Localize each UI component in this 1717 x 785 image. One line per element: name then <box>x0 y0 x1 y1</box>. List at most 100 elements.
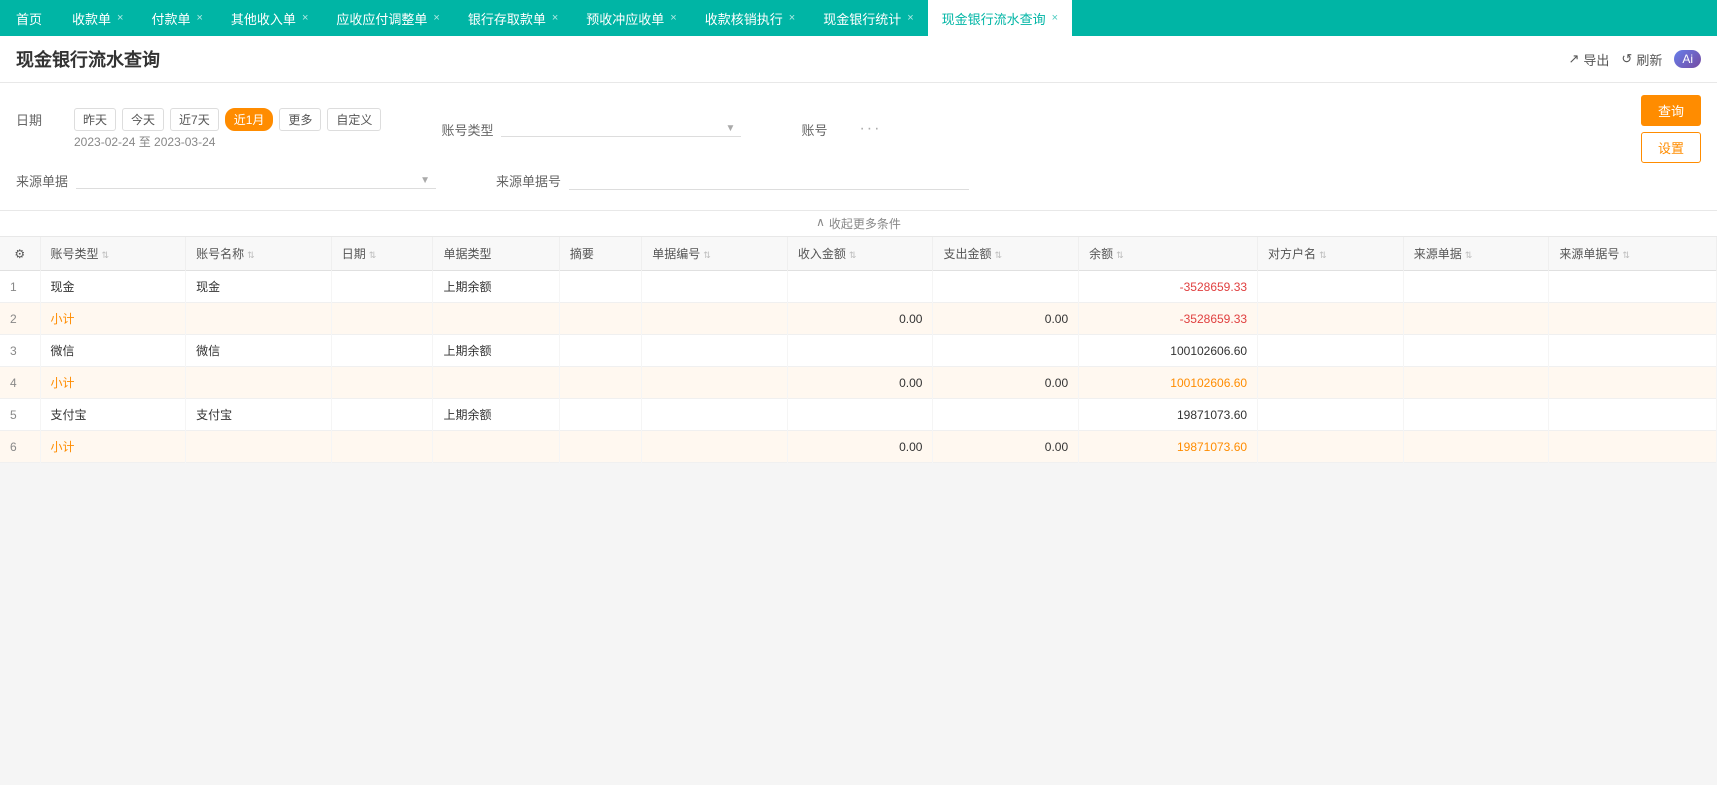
cell-expense: 0.00 <box>933 303 1079 335</box>
cell-doc-no <box>642 271 788 303</box>
cell-date <box>331 271 433 303</box>
table-header-row: ⚙ 账号类型⇅ 账号名称⇅ 日期⇅ 单据类型 摘要 单据编号⇅ 收入金额⇅ 支出… <box>0 237 1717 271</box>
cell-income <box>787 271 933 303</box>
account-label: 账号 <box>801 120 851 139</box>
page-title: 现金银行流水查询 <box>16 46 160 72</box>
date-btn-today[interactable]: 今天 <box>122 108 164 131</box>
account-type-select[interactable]: ▼ <box>501 121 741 137</box>
page-header: 现金银行流水查询 ↗ 导出 ↺ 刷新 Ai <box>0 36 1717 83</box>
th-account-name[interactable]: 账号名称⇅ <box>186 237 332 271</box>
th-settings[interactable]: ⚙ <box>0 237 40 271</box>
cell-account-name <box>186 367 332 399</box>
cell-counterpart <box>1258 431 1404 463</box>
ai-badge[interactable]: Ai <box>1674 50 1701 68</box>
nav-tab-2[interactable]: 其他收入单 × <box>217 0 322 36</box>
nav-home[interactable]: 首页 <box>0 0 58 36</box>
filter-area: 日期 昨天 今天 近7天 近1月 更多 自定义 2023-02-24 至 202… <box>0 83 1717 211</box>
cell-expense <box>933 271 1079 303</box>
cell-expense: 0.00 <box>933 431 1079 463</box>
cell-balance: 100102606.60 <box>1079 335 1258 367</box>
nav-tab-0[interactable]: 收款单 × <box>58 0 137 36</box>
refresh-button[interactable]: ↺ 刷新 <box>1621 50 1662 69</box>
cell-row-num: 5 <box>0 399 40 431</box>
close-tab-1-icon[interactable]: × <box>196 12 202 24</box>
nav-tab-8[interactable]: 现金银行流水查询 × <box>928 0 1072 36</box>
cell-row-num: 1 <box>0 271 40 303</box>
th-doc-type[interactable]: 单据类型 <box>433 237 559 271</box>
nav-tab-1[interactable]: 付款单 × <box>137 0 216 36</box>
cell-expense <box>933 335 1079 367</box>
close-tab-2-icon[interactable]: × <box>302 12 308 24</box>
date-btn-more[interactable]: 更多 <box>279 108 321 131</box>
export-button[interactable]: ↗ 导出 <box>1568 50 1609 69</box>
cell-date <box>331 367 433 399</box>
close-tab-7-icon[interactable]: × <box>907 12 913 24</box>
close-tab-4-icon[interactable]: × <box>552 12 558 24</box>
cell-source-doc <box>1403 271 1549 303</box>
th-balance[interactable]: 余额⇅ <box>1079 237 1258 271</box>
th-doc-no[interactable]: 单据编号⇅ <box>642 237 788 271</box>
cell-account-name: 支付宝 <box>186 399 332 431</box>
cell-date <box>331 303 433 335</box>
cell-doc-type <box>433 431 559 463</box>
table-row: 3 微信 微信 上期余额 100102606.60 <box>0 335 1717 367</box>
close-tab-0-icon[interactable]: × <box>117 12 123 24</box>
cell-account-type: 小计 <box>40 367 186 399</box>
th-source-doc[interactable]: 来源单据⇅ <box>1403 237 1549 271</box>
cell-income: 0.00 <box>787 431 933 463</box>
close-tab-8-icon[interactable]: × <box>1052 12 1058 24</box>
nav-tab-6[interactable]: 收款核销执行 × <box>691 0 809 36</box>
nav-tab-7[interactable]: 现金银行统计 × <box>809 0 927 36</box>
data-table: ⚙ 账号类型⇅ 账号名称⇅ 日期⇅ 单据类型 摘要 单据编号⇅ 收入金额⇅ 支出… <box>0 237 1717 463</box>
date-btn-7days[interactable]: 近7天 <box>170 108 219 131</box>
date-range-display: 2023-02-24 至 2023-03-24 <box>74 135 215 149</box>
account-dots-icon[interactable]: ··· <box>859 120 881 138</box>
source-doc-num-input[interactable] <box>569 171 969 190</box>
cell-row-num: 6 <box>0 431 40 463</box>
header-actions: ↗ 导出 ↺ 刷新 Ai <box>1568 50 1701 69</box>
cell-balance: -3528659.33 <box>1079 271 1258 303</box>
th-income[interactable]: 收入金额⇅ <box>787 237 933 271</box>
table-body: 1 现金 现金 上期余额 -3528659.33 2 小计 0.00 0.00 … <box>0 271 1717 463</box>
cell-expense: 0.00 <box>933 367 1079 399</box>
th-counterpart[interactable]: 对方户名⇅ <box>1258 237 1404 271</box>
date-btn-1month[interactable]: 近1月 <box>225 108 274 131</box>
collapse-bar[interactable]: ∧ 收起更多条件 <box>0 211 1717 237</box>
th-date[interactable]: 日期⇅ <box>331 237 433 271</box>
nav-tab-4[interactable]: 银行存取款单 × <box>454 0 572 36</box>
cell-doc-no <box>642 399 788 431</box>
source-doc-dropdown-icon: ▼ <box>420 175 430 186</box>
account-type-dropdown-icon: ▼ <box>726 123 736 134</box>
date-btn-yesterday[interactable]: 昨天 <box>74 108 116 131</box>
date-btn-custom[interactable]: 自定义 <box>327 108 381 131</box>
filter-row-1: 日期 昨天 今天 近7天 近1月 更多 自定义 2023-02-24 至 202… <box>16 95 1701 163</box>
close-tab-5-icon[interactable]: × <box>670 12 676 24</box>
cell-source-doc <box>1403 399 1549 431</box>
cell-account-name: 微信 <box>186 335 332 367</box>
cell-source-doc <box>1403 367 1549 399</box>
th-source-doc-no[interactable]: 来源单据号⇅ <box>1549 237 1717 271</box>
cell-account-type: 小计 <box>40 303 186 335</box>
cell-counterpart <box>1258 271 1404 303</box>
query-button[interactable]: 查询 <box>1641 95 1701 126</box>
settings-button[interactable]: 设置 <box>1641 132 1701 163</box>
nav-tab-5[interactable]: 预收冲应收单 × <box>572 0 690 36</box>
close-tab-6-icon[interactable]: × <box>789 12 795 24</box>
nav-tab-3[interactable]: 应收应付调整单 × <box>322 0 453 36</box>
cell-summary <box>559 367 641 399</box>
source-doc-select[interactable]: ▼ <box>76 173 436 189</box>
close-tab-3-icon[interactable]: × <box>433 12 439 24</box>
th-expense[interactable]: 支出金额⇅ <box>933 237 1079 271</box>
cell-doc-type: 上期余额 <box>433 399 559 431</box>
cell-doc-type <box>433 367 559 399</box>
cell-summary <box>559 335 641 367</box>
th-account-type[interactable]: 账号类型⇅ <box>40 237 186 271</box>
refresh-icon: ↺ <box>1621 51 1632 67</box>
cell-row-num: 4 <box>0 367 40 399</box>
cell-account-type: 现金 <box>40 271 186 303</box>
table-container: ⚙ 账号类型⇅ 账号名称⇅ 日期⇅ 单据类型 摘要 单据编号⇅ 收入金额⇅ 支出… <box>0 237 1717 463</box>
cell-source-doc <box>1403 335 1549 367</box>
th-summary[interactable]: 摘要 <box>559 237 641 271</box>
top-navigation: 首页 收款单 × 付款单 × 其他收入单 × 应收应付调整单 × 银行存取款单 … <box>0 0 1717 36</box>
cell-counterpart <box>1258 399 1404 431</box>
